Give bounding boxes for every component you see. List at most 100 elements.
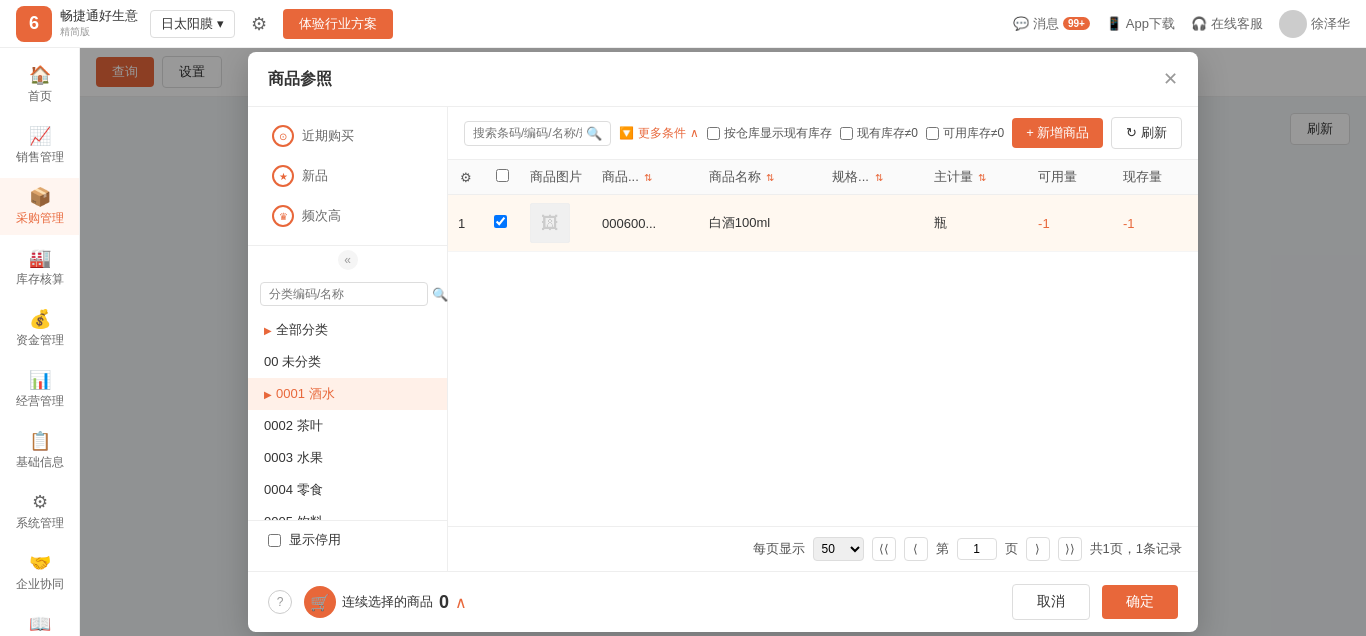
table-row[interactable]: 1 🖼	[448, 195, 1198, 252]
filter-label: 更多条件	[638, 125, 686, 142]
sidebar-label-system: 系统管理	[16, 515, 64, 532]
search-icon[interactable]: 🔍	[432, 287, 448, 302]
quick-new[interactable]: ★ 新品	[260, 159, 435, 193]
product-search-input[interactable]	[473, 126, 582, 140]
page-input[interactable]	[957, 538, 997, 560]
sidebar-item-system[interactable]: ⚙ 系统管理	[0, 483, 79, 540]
cell-img: 🖼	[520, 195, 592, 252]
logo: 6 畅捷通好生意 精简版	[16, 6, 138, 42]
cart-icon[interactable]: 🛒	[304, 586, 336, 618]
category-all[interactable]: ▶ 全部分类	[248, 314, 447, 346]
category-all-label: 全部分类	[276, 321, 328, 339]
logo-text: 畅捷通好生意	[60, 8, 138, 25]
available-stock-label[interactable]: 可用库存≠0	[926, 125, 1004, 142]
th-spec[interactable]: 规格... ⇅	[822, 160, 923, 195]
app-download-item[interactable]: 📱 App下载	[1106, 15, 1175, 33]
sidebar-item-sales[interactable]: 📈 销售管理	[0, 117, 79, 174]
category-0003[interactable]: 0003 水果	[248, 442, 447, 474]
main-layout: 🏠 首页 📈 销售管理 📦 采购管理 🏭 库存核算 💰 资金管理 📊 经营管理 …	[0, 48, 1366, 636]
category-0004[interactable]: 0004 零食	[248, 474, 447, 506]
next-page-btn[interactable]: ⟩	[1026, 537, 1050, 561]
show-disabled-text: 显示停用	[289, 531, 341, 549]
show-disabled-checkbox[interactable]	[268, 534, 281, 547]
category-0005[interactable]: 0005 饮料	[248, 506, 447, 520]
th-img: 商品图片	[520, 160, 592, 195]
cell-available: -1	[1028, 195, 1113, 252]
category-list: ▶ 全部分类 00 未分类 ▶ 0001 酒水 0002 茶	[248, 314, 447, 520]
search-submit-icon[interactable]: 🔍	[586, 126, 602, 141]
category-0003-label: 0003 水果	[264, 449, 323, 467]
confirm-btn[interactable]: 确定	[1102, 585, 1178, 619]
show-disabled-label[interactable]: 显示停用	[268, 531, 341, 549]
divider1	[248, 245, 447, 246]
cancel-btn[interactable]: 取消	[1012, 584, 1090, 620]
first-page-btn[interactable]: ⟨⟨	[872, 537, 896, 561]
th-code[interactable]: 商品... ⇅	[592, 160, 699, 195]
company-selector[interactable]: 日太阳膜 ▾	[150, 10, 235, 38]
category-00[interactable]: 00 未分类	[248, 346, 447, 378]
th-unit[interactable]: 主计量 ⇅	[924, 160, 1029, 195]
chevron-down-icon: ▾	[217, 16, 224, 31]
th-available[interactable]: 可用量	[1028, 160, 1113, 195]
sidebar-item-basic[interactable]: 📋 基础信息	[0, 422, 79, 479]
service-item[interactable]: 🎧 在线客服	[1191, 15, 1263, 33]
cart-collapse-icon[interactable]: ∧	[455, 593, 467, 612]
message-badge: 99+	[1063, 17, 1090, 30]
modal-close-btn[interactable]: ✕	[1163, 68, 1178, 90]
gear-icon[interactable]: ⚙	[243, 8, 275, 40]
select-all-checkbox[interactable]	[496, 169, 509, 182]
home-icon: 🏠	[29, 64, 51, 86]
modal-body: ⊙ 近期购买 ★ 新品 ♛ 频次高	[248, 107, 1198, 571]
cell-index: 1	[448, 195, 484, 252]
sidebar-item-enterprise[interactable]: 🤝 企业协同	[0, 544, 79, 601]
sidebar-item-home[interactable]: 🏠 首页	[0, 56, 79, 113]
modal: 商品参照 ✕ ⊙ 近期购买 ★ 新品	[248, 52, 1198, 632]
new-icon: ★	[272, 165, 294, 187]
last-page-btn[interactable]: ⟩⟩	[1058, 537, 1082, 561]
category-0001[interactable]: ▶ 0001 酒水	[248, 378, 447, 410]
th-name[interactable]: 商品名称 ⇅	[699, 160, 822, 195]
available-stock-text: 可用库存≠0	[943, 125, 1004, 142]
pagination: 每页显示 50 100 200 ⟨⟨ ⟨ 第 页 ⟩	[448, 526, 1198, 571]
available-stock-checkbox[interactable]	[926, 127, 939, 140]
collapse-panel-btn[interactable]: «	[338, 250, 358, 270]
sidebar-item-purchase[interactable]: 📦 采购管理	[0, 178, 79, 235]
help-icon[interactable]: ?	[268, 590, 292, 614]
modal-left-panel: ⊙ 近期购买 ★ 新品 ♛ 频次高	[248, 107, 448, 571]
sidebar-item-business[interactable]: 📊 经营管理	[0, 361, 79, 418]
refresh-label: 刷新	[1141, 125, 1167, 140]
business-icon: 📊	[29, 369, 51, 391]
modal-header: 商品参照 ✕	[248, 52, 1198, 107]
quick-recent[interactable]: ⊙ 近期购买	[260, 119, 435, 153]
user-item[interactable]: 徐泽华	[1279, 10, 1350, 38]
category-00-label: 00 未分类	[264, 353, 321, 371]
message-label: 消息	[1033, 15, 1059, 33]
th-stock[interactable]: 现存量	[1113, 160, 1198, 195]
th-settings[interactable]: ⚙	[448, 160, 484, 195]
add-product-btn[interactable]: + 新增商品	[1012, 118, 1103, 148]
filter-btn[interactable]: 🔽 更多条件 ∧	[619, 125, 699, 142]
cart-count: 0	[439, 592, 449, 613]
row-checkbox[interactable]	[494, 215, 507, 228]
current-stock-label[interactable]: 现有库存≠0	[840, 125, 918, 142]
message-item[interactable]: 💬 消息 99+	[1013, 15, 1090, 33]
refresh-product-btn[interactable]: ↻ 刷新	[1111, 117, 1182, 149]
category-0002[interactable]: 0002 茶叶	[248, 410, 447, 442]
cell-stock: -1	[1113, 195, 1198, 252]
sidebar-item-finance[interactable]: 💰 资金管理	[0, 300, 79, 357]
warehouse-stock-checkbox[interactable]	[707, 127, 720, 140]
current-stock-checkbox[interactable]	[840, 127, 853, 140]
prev-page-btn[interactable]: ⟨	[904, 537, 928, 561]
sidebar-item-guide[interactable]: 📖 新手引导	[0, 605, 79, 636]
category-search-input[interactable]	[260, 282, 428, 306]
modal-right-panel: 🔍 🔽 更多条件 ∧ 按仓库显示现有库存	[448, 107, 1198, 571]
per-page-select[interactable]: 50 100 200	[813, 537, 864, 561]
sidebar-item-inventory[interactable]: 🏭 库存核算	[0, 239, 79, 296]
trial-btn[interactable]: 体验行业方案	[283, 9, 393, 39]
category-0002-label: 0002 茶叶	[264, 417, 323, 435]
quick-frequent[interactable]: ♛ 频次高	[260, 199, 435, 233]
cell-spec	[822, 195, 923, 252]
cell-checkbox[interactable]	[484, 195, 520, 252]
th-checkbox	[484, 160, 520, 195]
warehouse-stock-label[interactable]: 按仓库显示现有库存	[707, 125, 832, 142]
